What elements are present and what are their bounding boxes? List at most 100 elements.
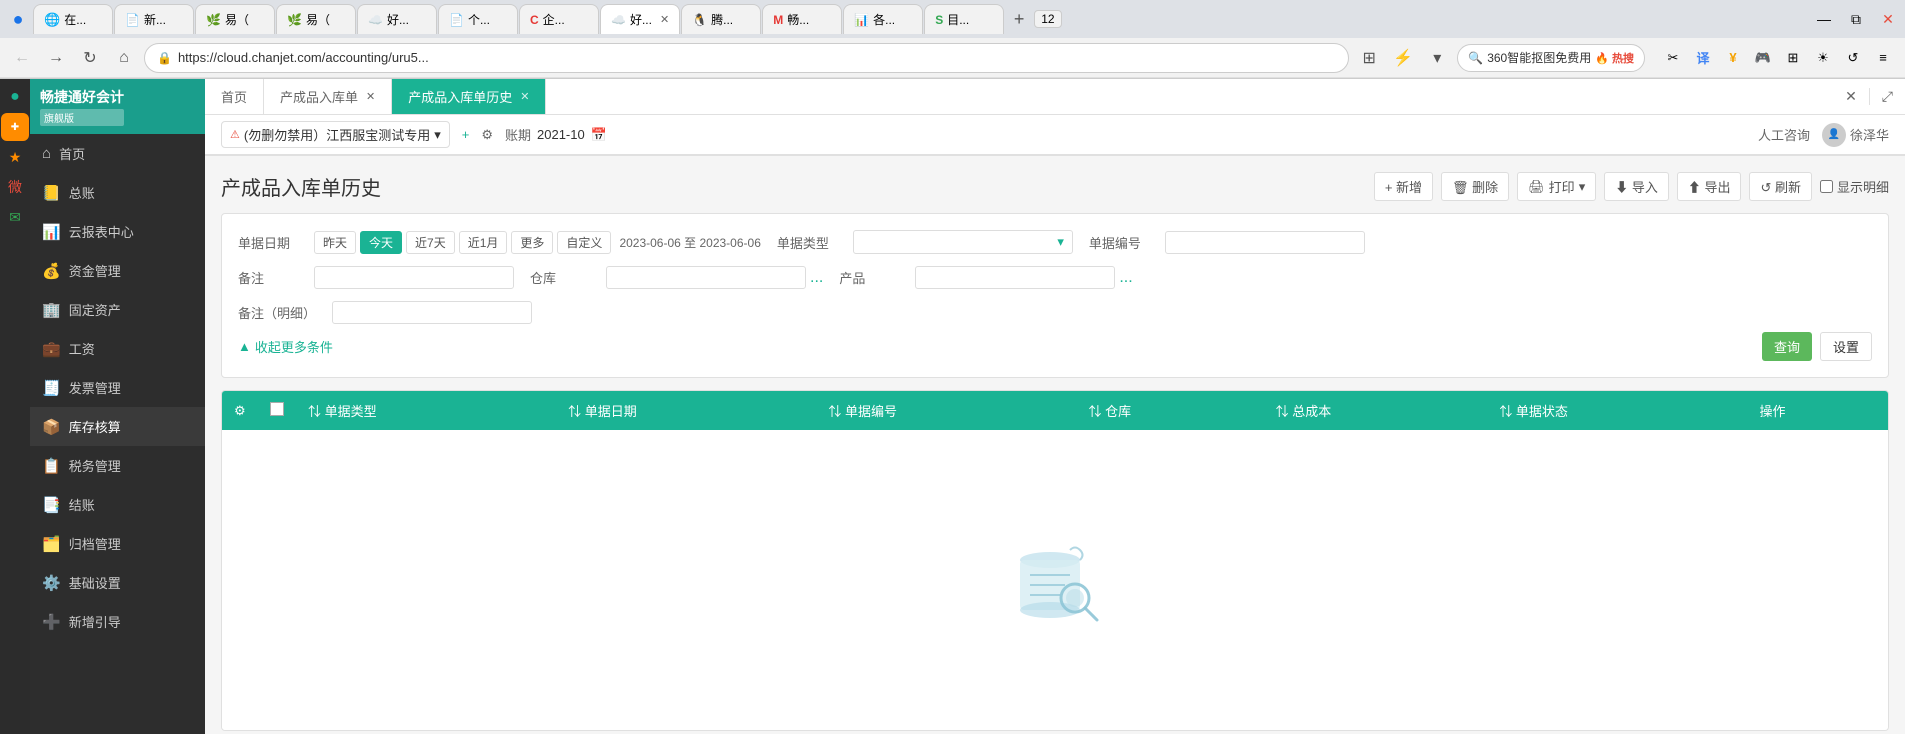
warehouse-input[interactable] [606,266,806,289]
sidebar-item-assets[interactable]: 🏢 固定资产 [30,290,205,329]
calendar-icon[interactable]: 📅 [591,127,607,143]
tab-1[interactable]: 🌐 在... [33,4,113,34]
restore-button[interactable]: ⧉ [1843,6,1869,32]
grid-icon[interactable]: ⊞ [1355,44,1383,72]
content-tab-home[interactable]: 首页 [205,79,264,114]
sidebar-item-home[interactable]: ⌂ 首页 [30,134,205,173]
detail-remark-input[interactable] [332,301,532,324]
workspace-settings-icon[interactable]: ⚙ [481,127,493,143]
tab-7[interactable]: C 企... [519,4,599,34]
grid-ext-icon[interactable]: ⊞ [1779,44,1807,72]
col-settings[interactable]: ⚙ [222,391,258,430]
tab-11[interactable]: 📊 各... [843,4,923,34]
tab-3[interactable]: 🌿 易（ [195,4,275,34]
col-doc-status[interactable]: ⇅ 单据状态 [1487,391,1747,430]
col-doc-date[interactable]: ⇅ 单据日期 [556,391,816,430]
home-button[interactable]: ⌂ [110,44,138,72]
tab-10[interactable]: M 畅... [762,4,842,34]
date-btn-yesterday[interactable]: 昨天 [314,231,356,254]
sidebar-item-more[interactable]: ➕ 新增引导 [30,602,205,641]
tab-4[interactable]: 🌿 易（ [276,4,356,34]
sidebar-item-archive[interactable]: 🗂️ 归档管理 [30,524,205,563]
content-tab-history[interactable]: 产成品入库单历史 ✕ [392,79,546,114]
sidebar-item-settlement[interactable]: 📑 结账 [30,485,205,524]
sidebar-item-inventory[interactable]: 📦 库存核算 [30,407,205,446]
app-icon-orange[interactable]: ✚ [1,113,29,141]
content-panel-close[interactable]: ✕ [1833,88,1869,105]
forward-button[interactable]: → [42,44,70,72]
translate-ext-icon[interactable]: 译 [1689,44,1717,72]
delete-button[interactable]: 🗑 删除 [1441,172,1509,201]
col-warehouse[interactable]: ⇅ 仓库 [1077,391,1264,430]
display-detail-checkbox[interactable] [1820,180,1833,193]
app-icon-mail[interactable]: ✉ [1,203,29,231]
product-dots[interactable]: ... [1119,269,1132,287]
collapse-button[interactable]: ▲ 收起更多条件 [238,333,333,360]
export-button[interactable]: ⬆ 导出 [1677,172,1742,201]
user-service-label[interactable]: 人工咨询 [1758,125,1810,144]
content-tab-doc[interactable]: 产成品入库单 ✕ [264,79,392,114]
tab-count[interactable]: 12 [1034,10,1061,28]
sidebar-item-invoice[interactable]: 🧾 发票管理 [30,368,205,407]
print-button[interactable]: 🖨 🖨 打印 打印 ▾ [1517,172,1596,201]
date-btn-1month[interactable]: 近1月 [459,231,508,254]
sidebar-item-tax[interactable]: 📋 税务管理 [30,446,205,485]
refresh-main-button[interactable]: ↺ 刷新 [1749,172,1812,201]
tab-12[interactable]: S 目... [924,4,1004,34]
query-button[interactable]: 查询 [1762,332,1812,361]
add-workspace-btn[interactable]: + [462,127,470,142]
url-bar[interactable]: 🔒 https://cloud.chanjet.com/accounting/u… [144,43,1349,73]
minimize-button[interactable]: — [1811,6,1837,32]
settings-query-button[interactable]: 设置 [1820,332,1872,361]
content-tab-doc-close[interactable]: ✕ [366,90,375,103]
tab-5[interactable]: ☁️ 好... [357,4,437,34]
col-doc-no[interactable]: ⇅ 单据编号 [816,391,1076,430]
menu-ext-icon[interactable]: ≡ [1869,44,1897,72]
tab-8[interactable]: ☁️ 好... ✕ [600,4,680,34]
search-box[interactable]: 🔍 360智能抠图免费用 🔥 热搜 [1457,44,1645,72]
tab-6[interactable]: 📄 个... [438,4,518,34]
lightning-icon[interactable]: ⚡ [1389,44,1417,72]
date-btn-custom[interactable]: 自定义 [557,231,611,254]
display-detail-label[interactable]: 显示明细 [1820,177,1889,196]
user-info: 👤 徐泽华 [1822,123,1889,147]
app-icon-360[interactable]: ● [1,83,29,111]
new-button[interactable]: + 新增 [1374,172,1433,201]
remark-input[interactable] [314,266,514,289]
col-total-cost[interactable]: ⇅ 总成本 [1264,391,1488,430]
date-btn-today[interactable]: 今天 [360,231,402,254]
warehouse-dots[interactable]: ... [810,269,823,287]
select-all-checkbox[interactable] [270,402,284,416]
doc-no-input[interactable] [1165,231,1365,254]
date-btn-more[interactable]: 更多 [511,231,553,254]
back-button[interactable]: ← [8,44,36,72]
yuan-ext-icon[interactable]: ¥ [1719,44,1747,72]
sidebar-item-settings[interactable]: ⚙️ 基础设置 [30,563,205,602]
col-doc-type[interactable]: ⇅ 单据类型 [296,391,556,430]
tab-9[interactable]: 🐧 腾... [681,4,761,34]
product-input[interactable] [915,266,1115,289]
date-btn-7days[interactable]: 近7天 [406,231,455,254]
scissors-ext-icon[interactable]: ✂ [1659,44,1687,72]
app-icon-weibo[interactable]: 微 [1,173,29,201]
tab-8-close[interactable]: ✕ [660,13,669,26]
new-tab-button[interactable]: + [1005,5,1033,33]
sidebar-item-funds[interactable]: 💰 资金管理 [30,251,205,290]
doc-type-select[interactable]: ▾ [853,230,1073,254]
workspace-selector[interactable]: ⚠ (勿删勿禁用）江西服宝测试专用 ▾ [221,121,450,148]
undo-ext-icon[interactable]: ↺ [1839,44,1867,72]
sidebar-item-report[interactable]: 📊 云报表中心 [30,212,205,251]
tab-2[interactable]: 📄 新... [114,4,194,34]
content-tab-history-close[interactable]: ✕ [520,90,529,103]
import-button[interactable]: ⬇ 导入 [1604,172,1669,201]
sidebar-item-ledger[interactable]: 📒 总账 [30,173,205,212]
refresh-button[interactable]: ↻ [76,44,104,72]
game-ext-icon[interactable]: 🎮 [1749,44,1777,72]
app-icon-star[interactable]: ★ [1,143,29,171]
sidebar-item-payroll[interactable]: 💼 工资 [30,329,205,368]
col-checkbox[interactable] [258,391,296,430]
content-panel-expand[interactable]: ⤢ [1869,88,1905,105]
sun-ext-icon[interactable]: ☀ [1809,44,1837,72]
close-button[interactable]: ✕ [1875,6,1901,32]
dropdown-icon[interactable]: ▾ [1423,44,1451,72]
